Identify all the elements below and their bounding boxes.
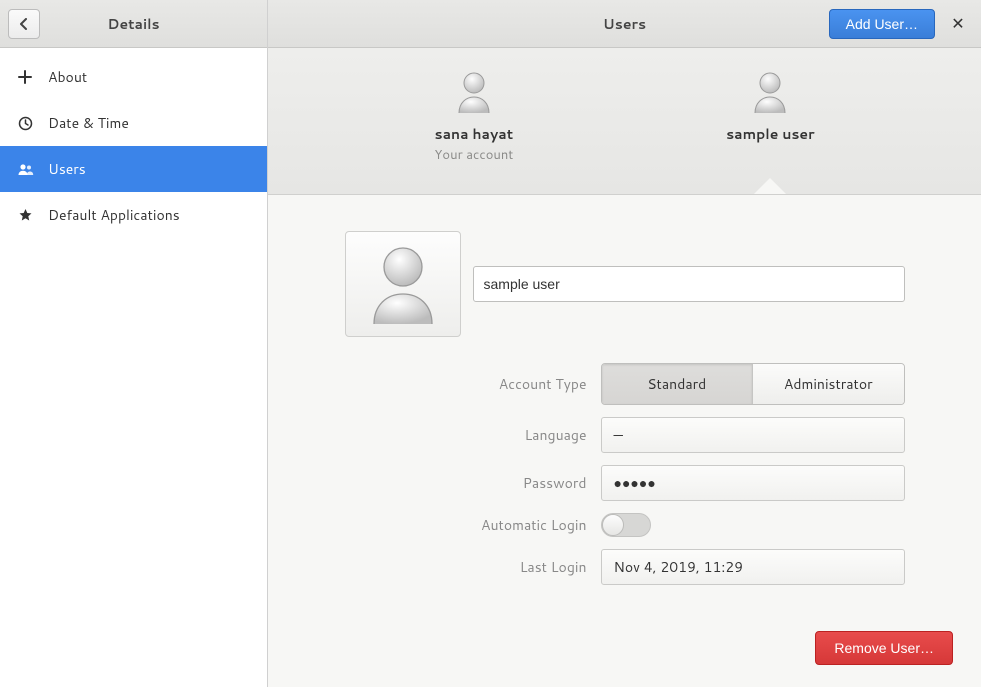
full-name-input[interactable]	[473, 266, 905, 302]
users-icon	[16, 163, 34, 176]
sidebar-item-label: Date & Time	[48, 113, 129, 133]
main-panel: Users Add User… ✕ sana hayat Your accoun…	[268, 0, 981, 687]
close-button[interactable]: ✕	[943, 9, 973, 39]
clock-icon	[16, 116, 34, 131]
sidebar-header: Details	[0, 0, 267, 48]
sidebar-items: About Date & Time Users Default Applicat…	[0, 48, 267, 687]
user-subtitle: Your account	[434, 146, 513, 164]
sidebar-item-label: Default Applications	[48, 205, 180, 225]
remove-user-button[interactable]: Remove User…	[815, 631, 953, 665]
avatar-icon	[453, 70, 495, 114]
sidebar-item-default-apps[interactable]: Default Applications	[0, 192, 267, 238]
chevron-left-icon	[18, 18, 30, 30]
last-login-label: Last Login	[345, 557, 601, 577]
last-login-field[interactable]: Nov 4, 2019, 11:29	[601, 549, 905, 585]
password-field[interactable]: ●●●●●	[601, 465, 905, 501]
account-type-label: Account Type	[345, 374, 601, 394]
language-value: —	[614, 425, 623, 445]
account-type-toggle: Standard Administrator	[601, 363, 905, 405]
sidebar-item-users[interactable]: Users	[0, 146, 267, 192]
avatar-icon	[364, 243, 442, 325]
user-card-own[interactable]: sana hayat Your account	[434, 70, 513, 164]
main-header: Users Add User… ✕	[268, 0, 981, 48]
language-label: Language	[345, 425, 601, 445]
language-field[interactable]: —	[601, 417, 905, 453]
account-type-standard[interactable]: Standard	[602, 364, 754, 404]
account-type-administrator[interactable]: Administrator	[753, 364, 904, 404]
last-login-value: Nov 4, 2019, 11:29	[614, 557, 744, 577]
avatar-picker[interactable]	[345, 231, 461, 337]
sidebar-item-date-time[interactable]: Date & Time	[0, 100, 267, 146]
back-button[interactable]	[8, 9, 40, 39]
user-detail-content: Account Type Standard Administrator Lang…	[268, 195, 981, 687]
toggle-knob	[602, 514, 624, 536]
user-selector-bar: sana hayat Your account sample user	[268, 48, 981, 195]
password-label: Password	[345, 473, 601, 493]
sidebar: Details About Date & Time Users	[0, 0, 268, 687]
plus-icon	[16, 70, 34, 84]
automatic-login-toggle[interactable]	[601, 513, 651, 537]
avatar-icon	[749, 70, 791, 114]
password-value: ●●●●●	[614, 473, 656, 493]
star-icon	[16, 208, 34, 223]
user-card-selected[interactable]: sample user	[726, 70, 814, 164]
add-user-button[interactable]: Add User…	[829, 9, 935, 39]
automatic-login-label: Automatic Login	[345, 515, 601, 535]
sidebar-item-label: About	[48, 67, 87, 87]
close-icon: ✕	[951, 12, 964, 35]
sidebar-title: Details	[0, 14, 267, 34]
user-name-label: sana hayat	[434, 124, 513, 144]
sidebar-item-label: Users	[48, 159, 86, 179]
sidebar-item-about[interactable]: About	[0, 54, 267, 100]
user-name-label: sample user	[726, 124, 814, 144]
